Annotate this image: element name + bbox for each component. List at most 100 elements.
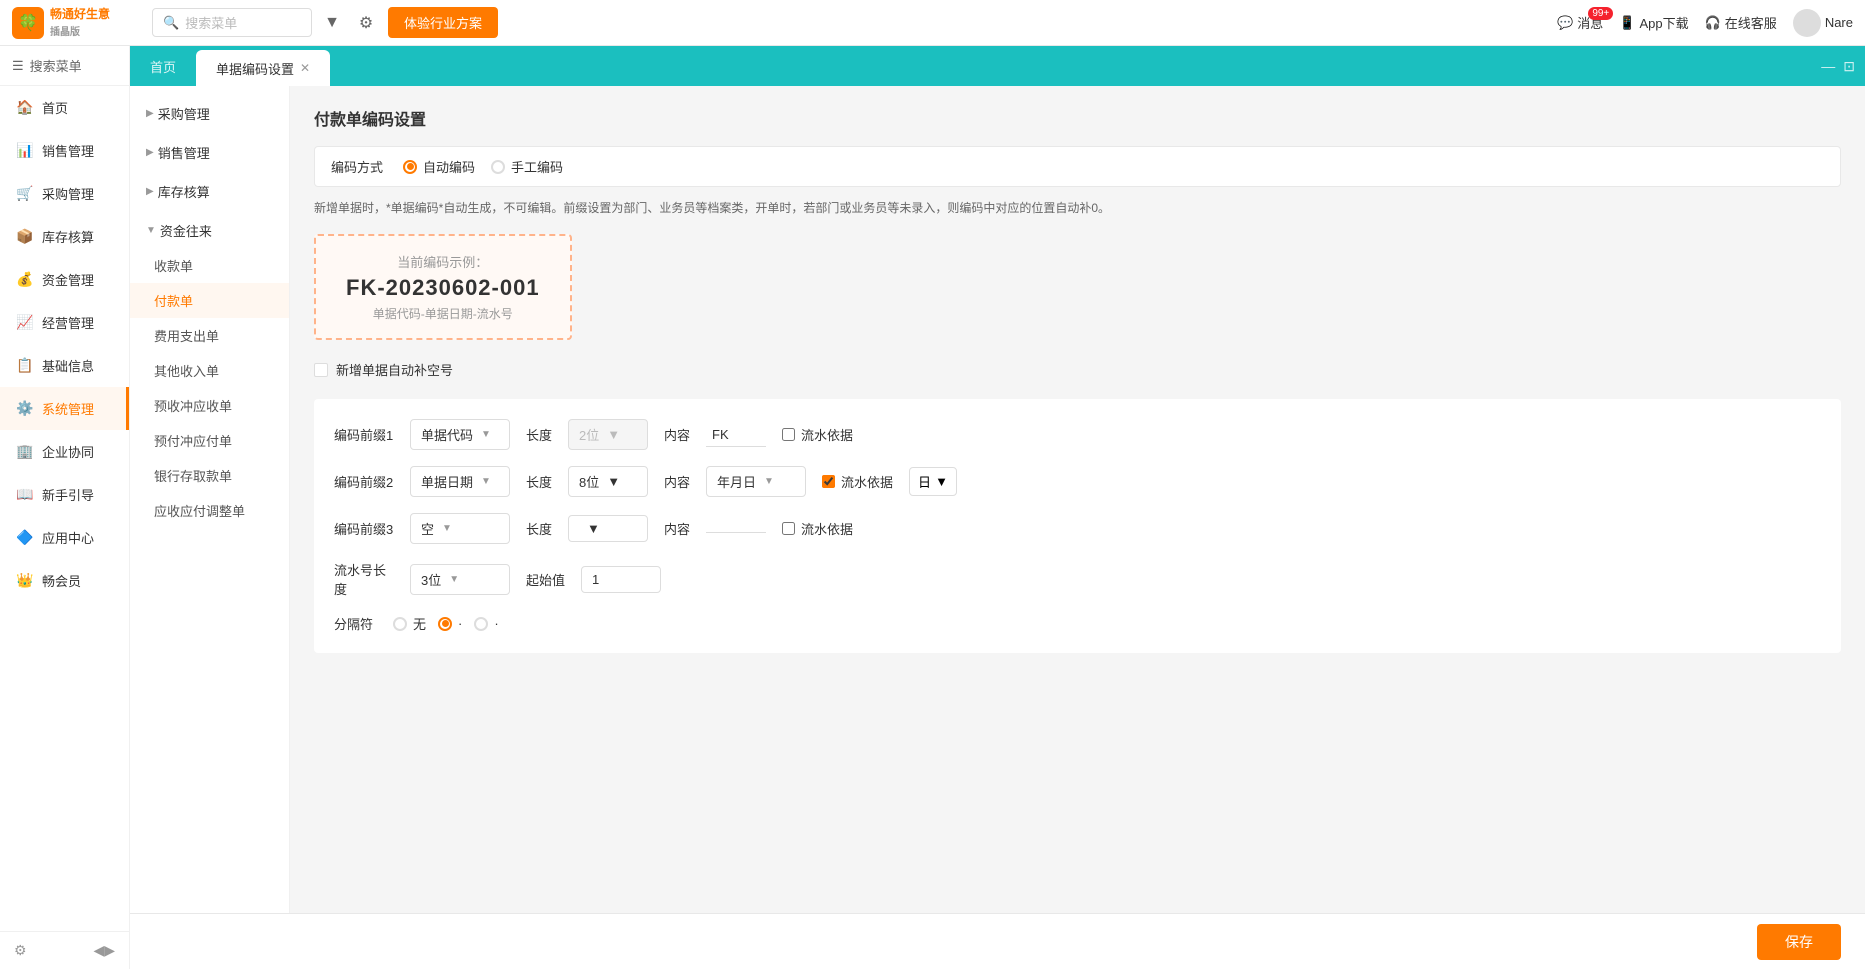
sep-dot2[interactable]: ·	[474, 616, 498, 631]
content2-value: 年月日	[717, 472, 756, 491]
message-item[interactable]: 💬 消息 99+	[1557, 13, 1603, 32]
waterfall1-checkbox[interactable]	[782, 428, 795, 441]
bottom-bar: 保存	[130, 913, 1865, 969]
settings-bottom-icon[interactable]: ⚙	[14, 942, 27, 959]
sub-menu-sales: ▶ 销售管理	[130, 135, 289, 170]
length2-select[interactable]: 8位 ▼	[568, 466, 648, 497]
length2-label: 长度	[526, 472, 552, 491]
sidebar-item-corp[interactable]: 🏢 企业协同	[0, 430, 129, 473]
start-value-input[interactable]	[581, 566, 661, 593]
page-content: 付款单编码设置 编码方式 自动编码 手工编码	[290, 86, 1865, 913]
waterfall3-check[interactable]: 流水依据	[782, 519, 853, 538]
auto-fill-row: 新增单据自动补空号	[314, 360, 1841, 379]
sidebar-bottom: ⚙ ◀▶	[0, 931, 129, 969]
sidebar-item-base[interactable]: 📋 基础信息	[0, 344, 129, 387]
sep-none[interactable]: 无	[393, 614, 426, 633]
tab-maximize-icon[interactable]: ⊡	[1843, 58, 1855, 75]
waterfall2-check[interactable]: 流水依据	[822, 472, 893, 491]
tab-home[interactable]: 首页	[130, 46, 196, 86]
sidebar-label-purchase: 采购管理	[42, 184, 94, 203]
topbar-dropdown-icon[interactable]: ▼	[320, 11, 344, 35]
sidebar-item-system[interactable]: ⚙️ 系统管理	[0, 387, 129, 430]
tab-coding[interactable]: 单据编码设置 ✕	[196, 50, 330, 86]
service-icon: 🎧	[1705, 15, 1721, 31]
inventory-label: 库存核算	[158, 182, 210, 201]
sidebar-label-base: 基础信息	[42, 356, 94, 375]
sub-menu-inventory-header[interactable]: ▶ 库存核算	[130, 174, 289, 209]
sidebar-item-apps[interactable]: 🔷 应用中心	[0, 516, 129, 559]
user-area[interactable]: Nare	[1793, 9, 1853, 37]
logo-icon: 🍀	[12, 7, 44, 39]
operations-icon: 📈	[16, 314, 34, 332]
prefix2-label: 编码前缀2	[334, 472, 394, 491]
sidebar-item-operations[interactable]: 📈 经营管理	[0, 301, 129, 344]
content1-label: 内容	[664, 425, 690, 444]
content2-select[interactable]: 年月日 ▼	[706, 466, 806, 497]
prefix3-select[interactable]: 空 ▼	[410, 513, 510, 544]
trial-button[interactable]: 体验行业方案	[388, 7, 498, 38]
main-area: 首页 单据编码设置 ✕ — ⊡ ▶ 采购管理	[130, 46, 1865, 969]
prefix2-value: 单据日期	[421, 472, 473, 491]
sidebar-label-sales: 销售管理	[42, 141, 94, 160]
sales-icon: 📊	[16, 142, 34, 160]
sidebar-item-finance[interactable]: 💰 资金管理	[0, 258, 129, 301]
save-button[interactable]: 保存	[1757, 924, 1841, 960]
sub-menu-expense[interactable]: 费用支出单	[130, 318, 289, 353]
preview-code: FK-20230602-001	[346, 275, 540, 301]
prefix2-select[interactable]: 单据日期 ▼	[410, 466, 510, 497]
radio-manual-label: 手工编码	[511, 157, 563, 176]
sub-menu-prepay-ar[interactable]: 预收冲应收单	[130, 388, 289, 423]
sep-dot1-dot	[438, 617, 452, 631]
prefix3-arrow-icon: ▼	[442, 523, 452, 534]
waterfall3-checkbox[interactable]	[782, 522, 795, 535]
sub-menu-bank[interactable]: 银行存取款单	[130, 458, 289, 493]
prefix3-value: 空	[421, 519, 434, 538]
serial-length-select[interactable]: 3位 ▼	[410, 564, 510, 595]
sidebar-item-inventory[interactable]: 📦 库存核算	[0, 215, 129, 258]
prefix1-select[interactable]: 单据代码 ▼	[410, 419, 510, 450]
service-item[interactable]: 🎧 在线客服	[1705, 13, 1777, 32]
waterfall1-check[interactable]: 流水依据	[782, 425, 853, 444]
collapse-icon[interactable]: ◀▶	[93, 942, 115, 959]
sub-menu-fund: ▼ 资金往来 收款单 付款单 费用支出单 其他收入单 预收冲应收单 预付冲应付单…	[130, 213, 289, 528]
day-select[interactable]: 日 ▼	[909, 467, 957, 496]
waterfall2-checkbox[interactable]	[822, 475, 835, 488]
topbar: 🍀 畅通好生意 插晶版 🔍 搜索菜单 ▼ ⚙ 体验行业方案 💬 消息 99+ 📱…	[0, 0, 1865, 46]
sub-menu-adjust[interactable]: 应收应付调整单	[130, 493, 289, 528]
tab-close-icon[interactable]: ✕	[300, 61, 310, 75]
service-label: 在线客服	[1725, 13, 1777, 32]
sidebar-item-guide[interactable]: 📖 新手引导	[0, 473, 129, 516]
sidebar-item-purchase[interactable]: 🛒 采购管理	[0, 172, 129, 215]
sub-menu-purchase-header[interactable]: ▶ 采购管理	[130, 96, 289, 131]
home-icon: 🏠	[16, 99, 34, 117]
tab-minimize-icon[interactable]: —	[1821, 58, 1835, 74]
sub-menu-payment[interactable]: 付款单	[130, 283, 289, 318]
search-icon: 🔍	[163, 15, 179, 31]
message-badge: 99+	[1588, 7, 1613, 20]
radio-manual[interactable]: 手工编码	[491, 157, 563, 176]
length3-select[interactable]: ▼	[568, 515, 648, 542]
topbar-gear-icon[interactable]: ⚙	[352, 9, 380, 37]
sidebar-item-member[interactable]: 👑 畅会员	[0, 559, 129, 602]
radio-auto[interactable]: 自动编码	[403, 157, 475, 176]
sidebar-search[interactable]: ☰ 搜索菜单	[0, 46, 129, 86]
sub-menu-fund-header[interactable]: ▼ 资金往来	[130, 213, 289, 248]
sidebar-item-home[interactable]: 🏠 首页	[0, 86, 129, 129]
sidebar-search-icon: ☰	[12, 58, 24, 74]
sub-menu-sales-header[interactable]: ▶ 销售管理	[130, 135, 289, 170]
sep-dot1[interactable]: ·	[438, 616, 462, 631]
length2-value: 8位	[579, 472, 599, 491]
app-download-item[interactable]: 📱 App下载	[1619, 13, 1688, 32]
sub-menu-other-income[interactable]: 其他收入单	[130, 353, 289, 388]
sep-dot2-dot	[474, 617, 488, 631]
tab-bar: 首页 单据编码设置 ✕ — ⊡	[130, 46, 1865, 86]
sub-menu-prepay-ap[interactable]: 预付冲应付单	[130, 423, 289, 458]
sidebar-label-corp: 企业协同	[42, 442, 94, 461]
sidebar-label-finance: 资金管理	[42, 270, 94, 289]
sub-menu-receipt[interactable]: 收款单	[130, 248, 289, 283]
sep-none-dot	[393, 617, 407, 631]
info-text: 新增单据时，*单据编码*自动生成，不可编辑。前缀设置为部门、业务员等档案类，开单…	[314, 199, 1841, 218]
sidebar-item-sales[interactable]: 📊 销售管理	[0, 129, 129, 172]
auto-fill-checkbox[interactable]	[314, 363, 328, 377]
topbar-search[interactable]: 🔍 搜索菜单	[152, 8, 312, 37]
